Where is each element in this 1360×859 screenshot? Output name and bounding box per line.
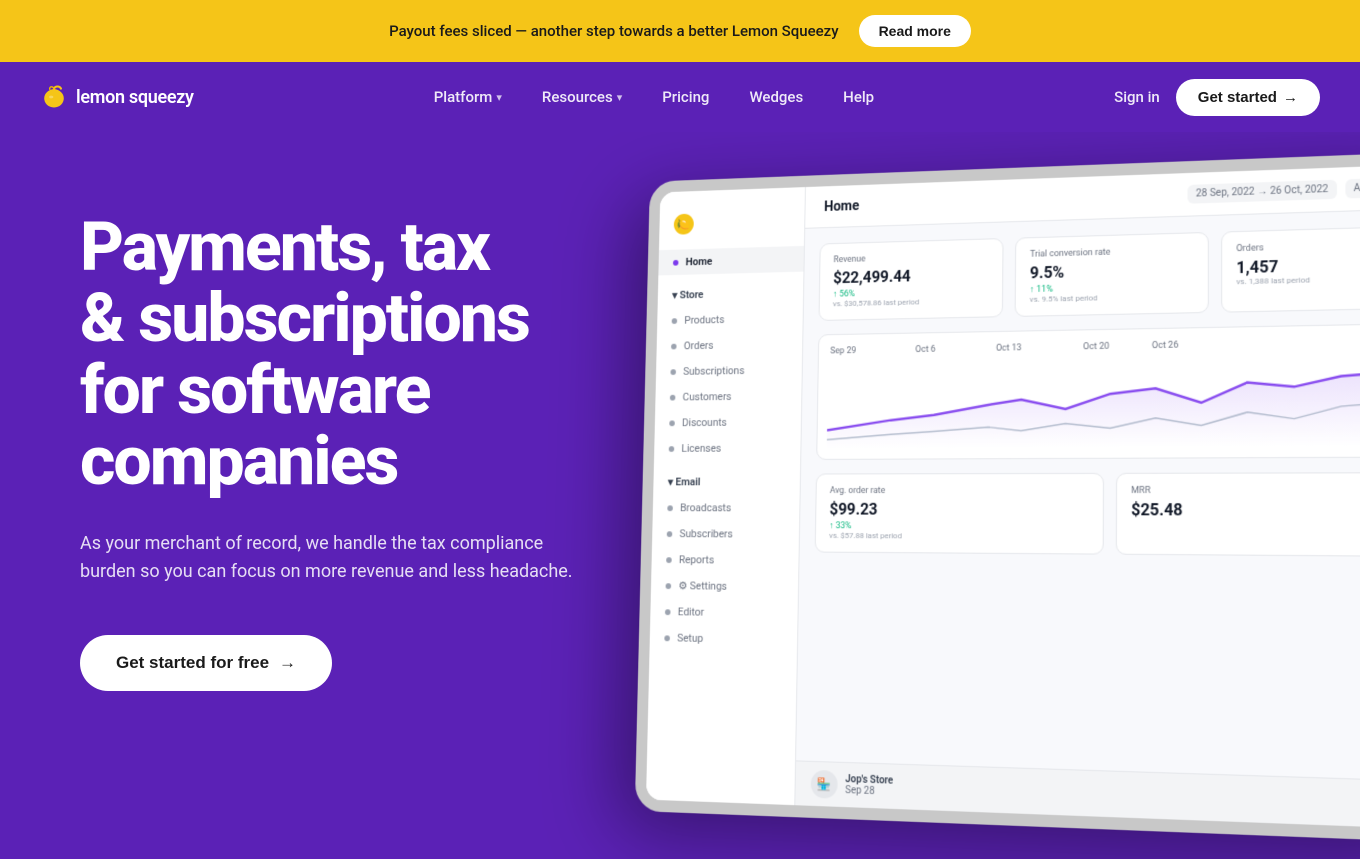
sidebar-orders: Orders: [656, 331, 802, 359]
dashboard-sidebar: 🍋 Home ▾ Store Products Orders: [646, 187, 806, 805]
sidebar-reports: Reports: [651, 547, 798, 574]
metrics-row: Revenue $22,499.44 ↑ 56% vs. $30,578.86 …: [819, 226, 1360, 321]
sign-in-link[interactable]: Sign in: [1114, 88, 1160, 106]
mrr-metric: MRR $25.48: [1116, 472, 1360, 557]
dashboard-controls: 28 Sep, 2022 → 26 Oct, 2022 All products: [1188, 177, 1360, 204]
sidebar-customers: Customers: [655, 383, 801, 410]
dashboard-logo-icon: 🍋: [674, 214, 694, 235]
sidebar-discounts: Discounts: [655, 409, 802, 436]
hero-section: Payments, tax & subscriptions for softwa…: [0, 132, 1360, 859]
nav-links: Platform ▾ Resources ▾ Pricing Wedges He…: [418, 80, 890, 114]
sidebar-settings: ⚙ Settings: [651, 572, 799, 600]
sidebar-dot: [671, 343, 677, 349]
metric-revenue-value: $22,499.44: [833, 265, 989, 287]
avg-order-metric: Avg. order rate $99.23 ↑ 33% vs. $57.88 …: [815, 473, 1104, 555]
sidebar-editor: Editor: [650, 598, 798, 626]
product-select: All products: [1345, 177, 1360, 199]
sidebar-dot: [670, 394, 676, 400]
nav-help[interactable]: Help: [827, 80, 890, 114]
nav-pricing[interactable]: Pricing: [646, 80, 725, 114]
metric-revenue-label: Revenue: [833, 251, 989, 265]
revenue-metric: Revenue $22,499.44 ↑ 56% vs. $30,578.86 …: [819, 238, 1004, 321]
sidebar-dot: [665, 609, 671, 615]
nav-resources[interactable]: Resources ▾: [526, 80, 638, 114]
bottom-metrics: Avg. order rate $99.23 ↑ 33% vs. $57.88 …: [815, 472, 1360, 557]
store-info: Jop's Store Sep 28: [845, 774, 893, 798]
hero-content: Payments, tax & subscriptions for softwa…: [0, 132, 600, 771]
arrow-icon: →: [1283, 89, 1298, 106]
nav-platform[interactable]: Platform ▾: [418, 80, 518, 114]
dashboard-logo: 🍋: [659, 202, 805, 250]
hero-subtitle: As your merchant of record, we handle th…: [80, 530, 600, 588]
metric-trial-label: Trial conversion rate: [1030, 245, 1193, 259]
nav-wedges[interactable]: Wedges: [733, 80, 819, 114]
revenue-chart-svg: [827, 355, 1360, 449]
sidebar-dot: [673, 259, 679, 265]
store-date: Sep 28: [845, 785, 893, 798]
dashboard-body: Revenue $22,499.44 ↑ 56% vs. $30,578.86 …: [796, 209, 1360, 782]
sidebar-dot: [667, 531, 673, 537]
revenue-chart: Sep 29 Oct 6 Oct 13 Oct 20 Oct 26: [816, 323, 1360, 460]
sidebar-products: Products: [657, 305, 803, 334]
tablet-screen: 🍋 Home ▾ Store Products Orders: [646, 164, 1360, 830]
announcement-banner: Payout fees sliced — another step toward…: [0, 0, 1360, 62]
sidebar-subscribers: Subscribers: [652, 521, 799, 548]
sidebar-subscriptions: Subscriptions: [656, 357, 802, 385]
sidebar-setup: Setup: [650, 624, 798, 653]
dashboard-mockup: 🍋 Home ▾ Store Products Orders: [635, 151, 1360, 843]
resources-chevron-icon: ▾: [617, 91, 623, 104]
sidebar-dot: [672, 318, 678, 324]
sidebar-dot: [666, 583, 672, 589]
metric-orders-label: Orders: [1236, 239, 1360, 254]
read-more-button[interactable]: Read more: [859, 15, 971, 47]
mrr-value: $25.48: [1131, 500, 1360, 520]
sidebar-dot: [664, 635, 670, 641]
avg-order-label: Avg. order rate: [830, 486, 1089, 496]
sidebar-broadcasts: Broadcasts: [653, 495, 800, 521]
dashboard-page-title: Home: [824, 198, 859, 214]
chart-date-labels: Sep 29 Oct 6 Oct 13 Oct 20 Oct 26: [830, 337, 1360, 357]
get-started-nav-button[interactable]: Get started →: [1176, 79, 1320, 116]
sidebar-email-group: ▾ Email: [653, 469, 800, 495]
orders-metric: Orders 1,457 vs. 1,388 last period: [1221, 226, 1360, 313]
trial-conversion-metric: Trial conversion rate 9.5% ↑ 11% vs. 9.5…: [1015, 232, 1209, 317]
sidebar-dot: [669, 446, 675, 452]
dashboard-main: Home 28 Sep, 2022 → 26 Oct, 2022 All pro…: [795, 164, 1360, 830]
hero-title: Payments, tax & subscriptions for softwa…: [80, 212, 600, 498]
sidebar-dot: [666, 557, 672, 563]
cta-arrow-icon: →: [279, 653, 296, 673]
logo-icon: [40, 83, 68, 111]
sidebar-licenses: Licenses: [654, 435, 801, 462]
sidebar-store-group: ▾ Store: [658, 279, 804, 308]
banner-text: Payout fees sliced — another step toward…: [389, 22, 838, 40]
chart-lines: [827, 355, 1360, 449]
nav-actions: Sign in Get started →: [1114, 79, 1320, 116]
logo-link[interactable]: lemon squeezy: [40, 83, 194, 111]
sidebar-dot: [667, 505, 673, 511]
logo-text: lemon squeezy: [76, 87, 194, 108]
sidebar-home: Home: [658, 246, 804, 276]
metric-trial-value: 9.5%: [1030, 259, 1193, 282]
avg-order-subtext: vs. $57.88 last period: [829, 531, 1089, 541]
date-range-picker: 28 Sep, 2022 → 26 Oct, 2022: [1188, 180, 1337, 204]
main-navigation: lemon squeezy Platform ▾ Resources ▾ Pri…: [0, 62, 1360, 132]
store-avatar: 🏪: [811, 770, 838, 799]
avg-order-value: $99.23: [829, 500, 1088, 519]
mrr-label: MRR: [1131, 486, 1360, 496]
sidebar-dot: [670, 369, 676, 375]
sidebar-dot: [669, 420, 675, 426]
hero-cta-button[interactable]: Get started for free →: [80, 635, 332, 691]
platform-chevron-icon: ▾: [496, 91, 502, 104]
